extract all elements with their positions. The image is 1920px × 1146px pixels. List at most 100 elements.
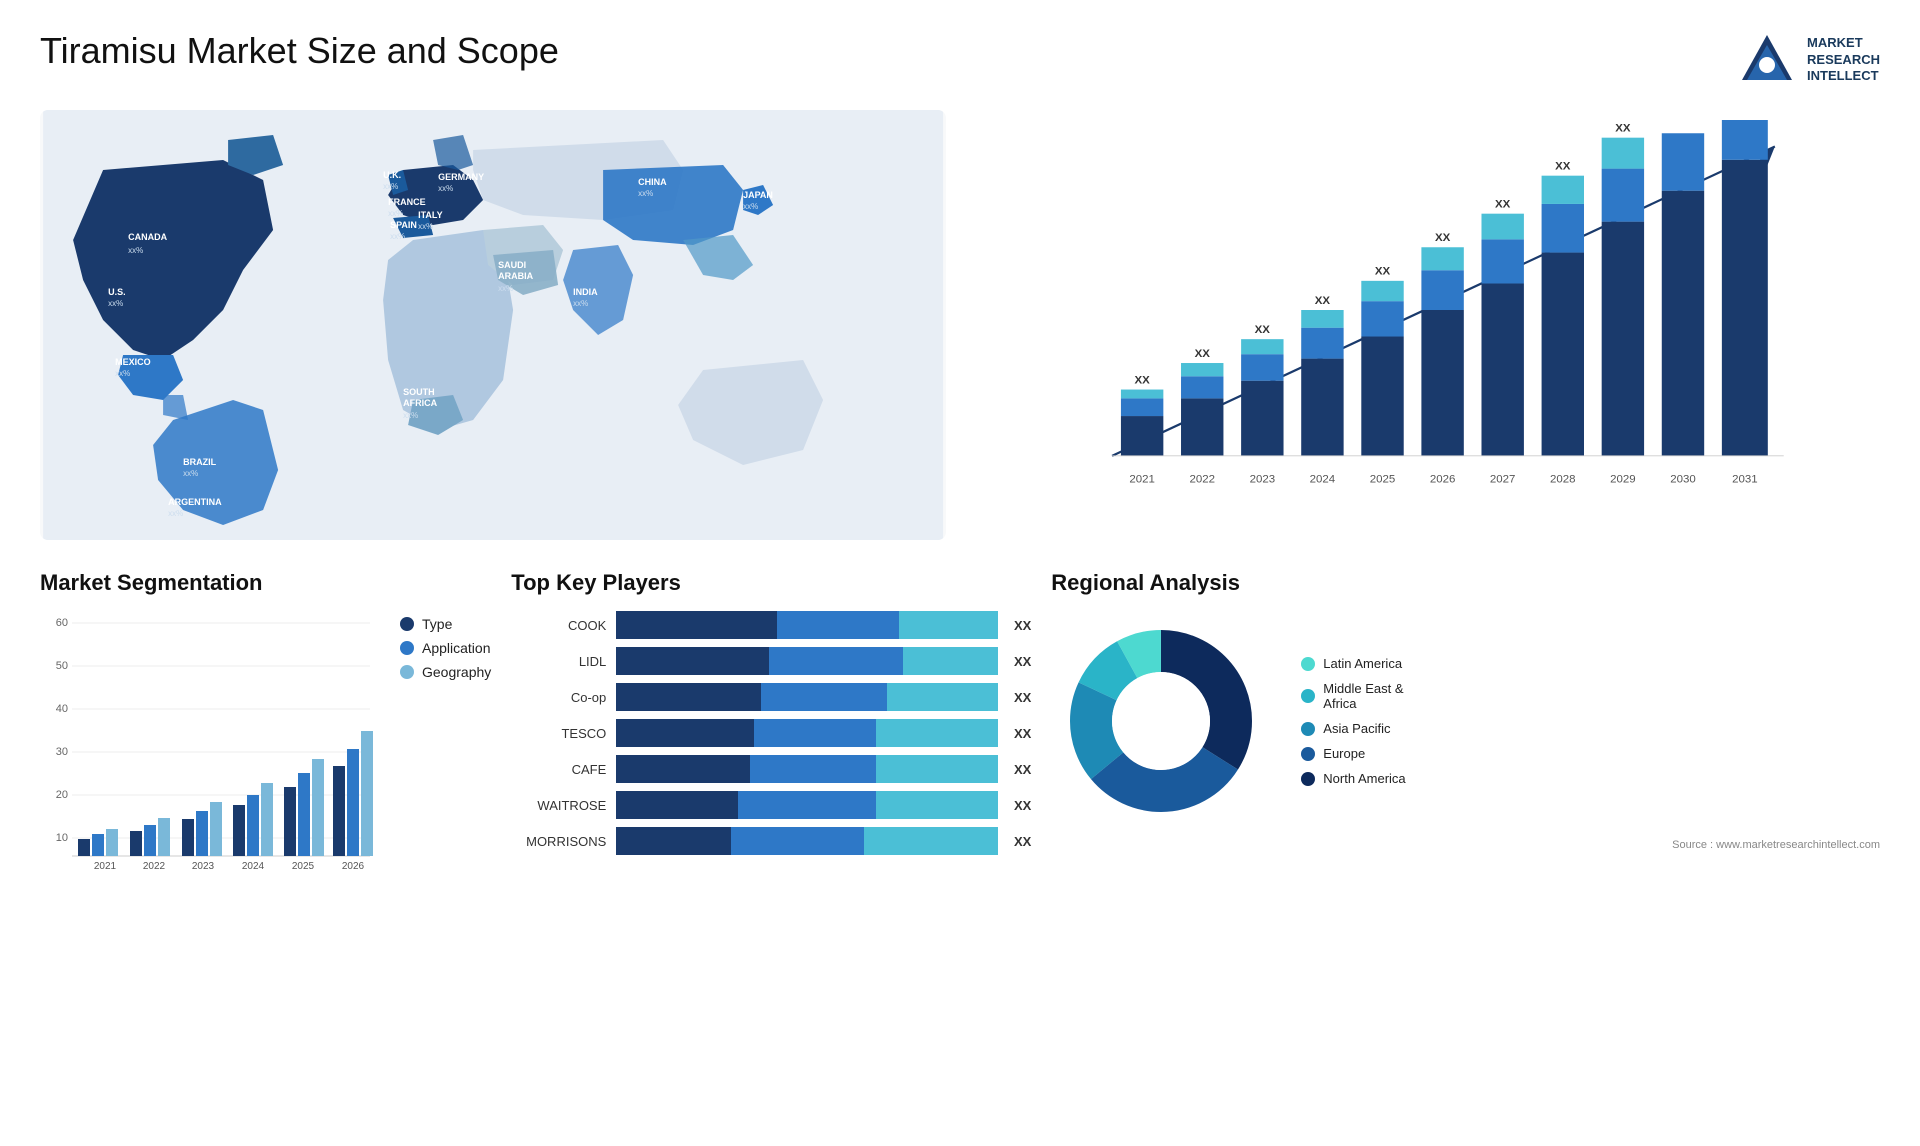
player-name-morrisons: MORRISONS xyxy=(511,834,606,849)
svg-text:xx%: xx% xyxy=(115,369,130,378)
svg-text:xx%: xx% xyxy=(383,182,398,191)
regional-legend: Latin America Middle East &Africa Asia P… xyxy=(1301,656,1405,786)
svg-text:XX: XX xyxy=(1555,160,1571,172)
source-text: Source : www.marketresearchintellect.com xyxy=(1051,839,1880,851)
svg-text:2022: 2022 xyxy=(143,861,166,871)
svg-text:XX: XX xyxy=(1315,295,1331,307)
svg-text:ARABIA: ARABIA xyxy=(498,271,533,281)
world-map-section: CANADA xx% U.S. xx% MEXICO xx% BRAZIL xx… xyxy=(40,110,946,540)
player-row-cook: COOK XX xyxy=(511,611,1031,639)
svg-text:XX: XX xyxy=(1615,122,1631,134)
svg-text:2026: 2026 xyxy=(342,861,365,871)
legend-europe: Europe xyxy=(1301,746,1405,761)
logo-icon xyxy=(1737,30,1797,90)
svg-text:2025: 2025 xyxy=(292,861,315,871)
legend-geography: Geography xyxy=(400,664,491,680)
page-header: Tiramisu Market Size and Scope MARKET RE… xyxy=(40,30,1880,90)
svg-text:xx%: xx% xyxy=(743,202,758,211)
legend-application: Application xyxy=(400,640,491,656)
svg-text:CHINA: CHINA xyxy=(638,177,667,187)
player-bar-tesco xyxy=(616,719,998,747)
svg-text:XX: XX xyxy=(1435,232,1451,244)
svg-text:xx%: xx% xyxy=(418,222,433,231)
player-row-lidl: LIDL XX xyxy=(511,647,1031,675)
players-title: Top Key Players xyxy=(511,570,1031,596)
player-value-tesco: XX xyxy=(1014,726,1031,741)
legend-middle-east-africa: Middle East &Africa xyxy=(1301,681,1405,711)
svg-text:2021: 2021 xyxy=(1130,473,1156,485)
svg-text:FRANCE: FRANCE xyxy=(388,197,426,207)
player-name-waitrose: WAITROSE xyxy=(511,798,606,813)
player-name-tesco: TESCO xyxy=(511,726,606,741)
player-name-coop: Co-op xyxy=(511,690,606,705)
svg-text:XX: XX xyxy=(1375,266,1391,278)
svg-text:40: 40 xyxy=(56,703,68,715)
svg-text:20: 20 xyxy=(56,789,68,801)
player-row-coop: Co-op XX xyxy=(511,683,1031,711)
svg-text:JAPAN: JAPAN xyxy=(743,190,773,200)
svg-text:BRAZIL: BRAZIL xyxy=(183,457,216,467)
svg-text:ARGENTINA: ARGENTINA xyxy=(168,497,222,507)
svg-text:2026: 2026 xyxy=(1430,473,1456,485)
svg-text:ITALY: ITALY xyxy=(418,210,443,220)
svg-text:xx%: xx% xyxy=(638,189,653,198)
svg-text:XX: XX xyxy=(1135,374,1151,386)
player-bar-morrisons xyxy=(616,827,998,855)
svg-text:xx%: xx% xyxy=(168,509,183,518)
player-value-waitrose: XX xyxy=(1014,798,1031,813)
player-row-morrisons: MORRISONS XX xyxy=(511,827,1031,855)
regional-title: Regional Analysis xyxy=(1051,570,1880,596)
player-row-tesco: TESCO XX xyxy=(511,719,1031,747)
player-row-waitrose: WAITROSE XX xyxy=(511,791,1031,819)
legend-asia-pacific: Asia Pacific xyxy=(1301,721,1405,736)
regional-content: Latin America Middle East &Africa Asia P… xyxy=(1051,611,1880,831)
player-name-cafe: CAFE xyxy=(511,762,606,777)
bottom-row: Market Segmentation 60 50 40 30 20 10 xyxy=(40,570,1880,930)
legend-north-america: North America xyxy=(1301,771,1405,786)
svg-text:2028: 2028 xyxy=(1550,473,1576,485)
page-title: Tiramisu Market Size and Scope xyxy=(40,30,559,72)
svg-text:XX: XX xyxy=(1495,198,1511,210)
player-value-coop: XX xyxy=(1014,690,1031,705)
svg-text:2022: 2022 xyxy=(1190,473,1216,485)
player-value-cook: XX xyxy=(1014,618,1031,633)
svg-text:SPAIN: SPAIN xyxy=(390,220,417,230)
svg-text:xx%: xx% xyxy=(438,184,453,193)
legend-type: Type xyxy=(400,616,491,632)
player-name-cook: COOK xyxy=(511,618,606,633)
player-row-cafe: CAFE XX xyxy=(511,755,1031,783)
svg-text:U.S.: U.S. xyxy=(108,287,126,297)
svg-text:xx%: xx% xyxy=(128,246,143,255)
segmentation-title: Market Segmentation xyxy=(40,570,491,596)
svg-text:2024: 2024 xyxy=(1310,473,1336,485)
svg-text:2023: 2023 xyxy=(1250,473,1276,485)
svg-text:60: 60 xyxy=(56,617,68,629)
player-bar-lidl xyxy=(616,647,998,675)
svg-text:xx%: xx% xyxy=(390,232,405,241)
svg-text:INDIA: INDIA xyxy=(573,287,598,297)
player-value-lidl: XX xyxy=(1014,654,1031,669)
regional-donut-svg xyxy=(1051,611,1271,831)
svg-text:AFRICA: AFRICA xyxy=(403,398,437,408)
svg-text:2024: 2024 xyxy=(242,861,265,871)
svg-text:xx%: xx% xyxy=(403,411,418,420)
svg-text:GERMANY: GERMANY xyxy=(438,172,484,182)
svg-text:xx%: xx% xyxy=(498,284,513,293)
svg-text:2030: 2030 xyxy=(1670,473,1696,485)
segmentation-chart-svg: 60 50 40 30 20 10 2021 xyxy=(40,611,380,871)
svg-text:xx%: xx% xyxy=(183,469,198,478)
player-bar-coop xyxy=(616,683,998,711)
svg-text:30: 30 xyxy=(56,746,68,758)
svg-text:2027: 2027 xyxy=(1490,473,1516,485)
svg-text:10: 10 xyxy=(56,832,68,844)
market-segmentation-section: Market Segmentation 60 50 40 30 20 10 xyxy=(40,570,491,930)
legend-latin-america: Latin America xyxy=(1301,656,1405,671)
player-bar-cafe xyxy=(616,755,998,783)
logo-text: MARKET RESEARCH INTELLECT xyxy=(1807,35,1880,86)
svg-text:xx%: xx% xyxy=(573,299,588,308)
growth-bar-chart-svg: XX 2021 XX 2022 XX 2023 XX 2024 XX xyxy=(1036,120,1860,500)
player-value-cafe: XX xyxy=(1014,762,1031,777)
svg-text:2021: 2021 xyxy=(94,861,117,871)
svg-text:MEXICO: MEXICO xyxy=(115,357,151,367)
player-name-lidl: LIDL xyxy=(511,654,606,669)
